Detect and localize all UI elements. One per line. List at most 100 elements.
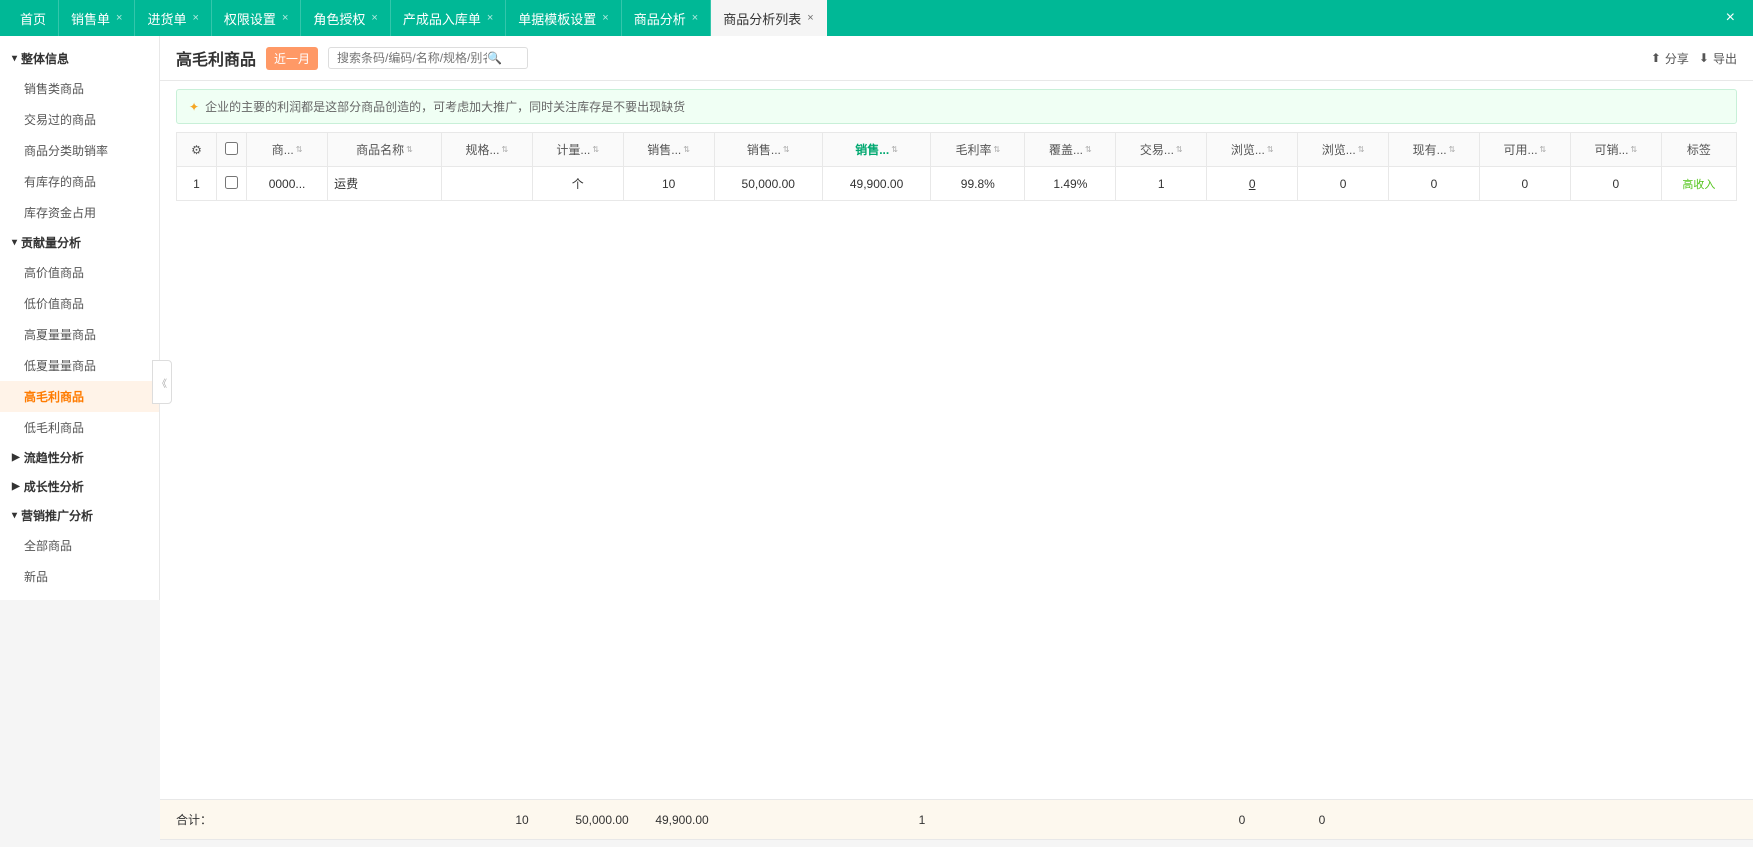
- sidebar-item-traded-goods[interactable]: 交易过的商品: [0, 104, 159, 135]
- sidebar-group-growth[interactable]: ▶ 成长性分析: [0, 472, 159, 501]
- close-sales-tab[interactable]: ×: [116, 12, 122, 24]
- content-area: 高毛利商品 近一月 🔍 ⬆ 分享 ⬇ 导出 ✦ 企业的主要的利润都是这部分商品创…: [160, 36, 1753, 847]
- sidebar-item-stock-goods[interactable]: 有库存的商品: [0, 166, 159, 197]
- th-cover-rate: 覆盖...⇅: [1025, 133, 1116, 167]
- cell-stock-avail: 0: [1389, 167, 1480, 201]
- close-product-analysis-tab[interactable]: ×: [692, 12, 698, 24]
- cell-gross-rate: 99.8%: [931, 167, 1025, 201]
- total-stock-avail: [1122, 813, 1202, 827]
- close-template-settings-tab[interactable]: ×: [602, 12, 608, 24]
- sort-icon-cover-rate: ⇅: [1085, 145, 1092, 154]
- nav-tab-sales[interactable]: 销售单 ×: [59, 0, 135, 36]
- search-input[interactable]: [337, 51, 487, 65]
- top-navigation: 首页 销售单 × 进货单 × 权限设置 × 角色授权 × 产成品入库单 × 单据…: [0, 0, 1753, 36]
- nav-tab-product-inbound[interactable]: 产成品入库单 ×: [391, 0, 506, 36]
- th-unit: 计量...⇅: [532, 133, 623, 167]
- sort-icon-spec: ⇅: [501, 145, 508, 154]
- sort-icon-sales-qty: ⇅: [683, 145, 690, 154]
- share-button[interactable]: ⬆ 分享: [1651, 50, 1689, 67]
- sort-icon-browse1: ⇅: [1267, 145, 1274, 154]
- cell-browse2: 0: [1298, 167, 1389, 201]
- cell-index: 1: [177, 167, 217, 201]
- cell-sales-amount: 50,000.00: [714, 167, 822, 201]
- total-sales-amount: 50,000.00: [562, 813, 642, 827]
- table-wrapper: ⚙ 商...⇅ 商品名称⇅ 规格...⇅: [160, 132, 1753, 799]
- export-button[interactable]: ⬇ 导出: [1699, 50, 1737, 67]
- total-trans-count: 1: [882, 813, 962, 827]
- table-row: 1 0000... 运费 个 10 50,000.00 49,900.00 99…: [177, 167, 1737, 201]
- cell-browse1[interactable]: 0: [1207, 167, 1298, 201]
- th-saleable: 可销...⇅: [1570, 133, 1661, 167]
- th-check[interactable]: [217, 133, 247, 167]
- cell-trans-count: 1: [1116, 167, 1207, 201]
- nav-tab-permissions[interactable]: 权限设置 ×: [212, 0, 301, 36]
- th-code: 商...⇅: [247, 133, 328, 167]
- nav-tab-roles[interactable]: 角色授权 ×: [301, 0, 390, 36]
- horizontal-scrollbar[interactable]: [160, 839, 1753, 847]
- sidebar-group-trend[interactable]: ▶ 流趋性分析: [0, 443, 159, 472]
- sidebar-item-high-margin[interactable]: 高毛利商品: [0, 381, 159, 412]
- sidebar-item-new-goods[interactable]: 新品: [0, 561, 159, 592]
- search-box: 🔍: [328, 47, 528, 69]
- th-stock-avail: 现有...⇅: [1389, 133, 1480, 167]
- total-sales-profit: 49,900.00: [642, 813, 722, 827]
- sidebar-item-low-value[interactable]: 低价值商品: [0, 288, 159, 319]
- group-arrow-contribution: ▾: [12, 237, 17, 248]
- sidebar-group-marketing[interactable]: ▾ 营销推广分析: [0, 501, 159, 530]
- total-usable: 0: [1202, 813, 1282, 827]
- sort-icon-trans-count: ⇅: [1176, 145, 1183, 154]
- sidebar-item-low-freq[interactable]: 低夏量量商品: [0, 350, 159, 381]
- th-settings[interactable]: ⚙: [177, 133, 217, 167]
- cell-check[interactable]: [217, 167, 247, 201]
- nav-tab-purchase[interactable]: 进货单 ×: [135, 0, 211, 36]
- th-sales-qty: 销售...⇅: [623, 133, 714, 167]
- select-all-checkbox[interactable]: [225, 142, 238, 155]
- close-product-analysis-list-tab[interactable]: ×: [807, 12, 813, 24]
- sort-icon-usable: ⇅: [1540, 145, 1547, 154]
- sidebar-item-category-rate[interactable]: 商品分类助销率: [0, 135, 159, 166]
- nav-tab-product-analysis-list[interactable]: 商品分析列表 ×: [711, 0, 826, 36]
- sort-icon-saleable: ⇅: [1630, 145, 1637, 154]
- sidebar-item-sales-goods[interactable]: 销售类商品: [0, 73, 159, 104]
- sort-icon-name: ⇅: [406, 145, 413, 154]
- close-product-inbound-tab[interactable]: ×: [487, 12, 493, 24]
- th-sales-amount: 销售...⇅: [714, 133, 822, 167]
- sort-icon-gross-rate: ⇅: [993, 145, 1000, 154]
- share-icon: ⬆: [1651, 51, 1661, 65]
- data-table: ⚙ 商...⇅ 商品名称⇅ 规格...⇅: [176, 132, 1737, 201]
- sidebar-item-high-value[interactable]: 高价值商品: [0, 257, 159, 288]
- cell-unit: 个: [532, 167, 623, 201]
- settings-icon[interactable]: ⚙: [191, 143, 202, 157]
- th-usable: 可用...⇅: [1479, 133, 1570, 167]
- close-purchase-tab[interactable]: ×: [192, 12, 198, 24]
- sidebar-collapse-btn[interactable]: 《: [152, 360, 160, 404]
- group-arrow-growth: ▶: [12, 481, 20, 492]
- group-arrow-overall: ▾: [12, 53, 17, 64]
- cell-code: 0000...: [247, 167, 328, 201]
- cell-tag: 高收入: [1661, 167, 1736, 201]
- nav-tab-template-settings[interactable]: 单据模板设置 ×: [506, 0, 621, 36]
- star-icon: ✦: [189, 100, 199, 114]
- sidebar-item-stock-capital[interactable]: 库存资金占用: [0, 197, 159, 228]
- sort-icon-browse2: ⇅: [1358, 145, 1365, 154]
- total-label: 合计：: [176, 811, 212, 828]
- browse1-link[interactable]: 0: [1249, 177, 1256, 191]
- sidebar-group-contribution[interactable]: ▾ 贡献量分析: [0, 228, 159, 257]
- total-saleable: 0: [1282, 813, 1362, 827]
- sidebar-item-high-freq[interactable]: 高夏量量商品: [0, 319, 159, 350]
- total-browse1: [962, 813, 1042, 827]
- search-icon[interactable]: 🔍: [487, 51, 502, 65]
- sidebar-group-overall[interactable]: ▾ 整体信息: [0, 44, 159, 73]
- th-trans-count: 交易...⇅: [1116, 133, 1207, 167]
- close-permissions-tab[interactable]: ×: [282, 12, 288, 24]
- nav-tab-home[interactable]: 首页: [8, 0, 59, 36]
- nav-tab-product-analysis[interactable]: 商品分析 ×: [622, 0, 711, 36]
- close-all-tabs[interactable]: ×: [1716, 9, 1745, 27]
- sidebar: 《 ▾ 整体信息 销售类商品 交易过的商品 商品分类助销率 有库存的商品 库存资…: [0, 36, 160, 600]
- row-checkbox[interactable]: [225, 176, 238, 189]
- cell-saleable: 0: [1570, 167, 1661, 201]
- sidebar-item-all-goods[interactable]: 全部商品: [0, 530, 159, 561]
- sidebar-item-low-margin[interactable]: 低毛利商品: [0, 412, 159, 443]
- close-roles-tab[interactable]: ×: [371, 12, 377, 24]
- date-filter-button[interactable]: 近一月: [266, 47, 318, 70]
